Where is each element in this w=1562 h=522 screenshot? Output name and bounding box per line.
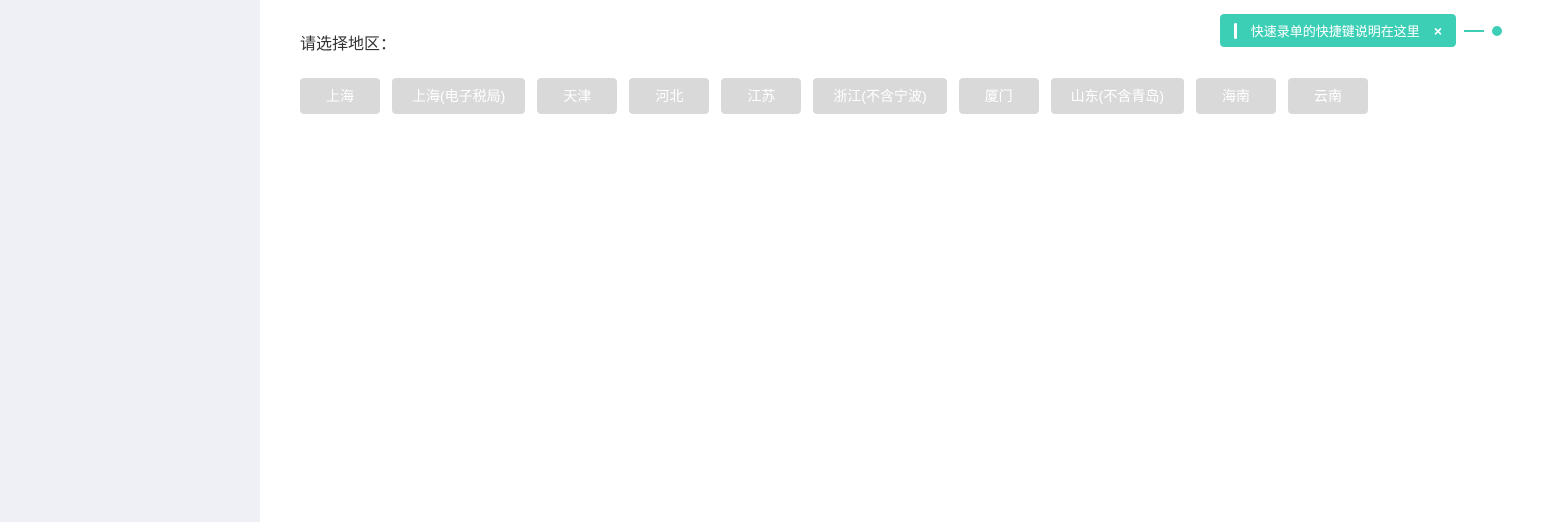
region-button-8[interactable]: 海南 [1196,78,1276,114]
region-button-6[interactable]: 厦门 [959,78,1039,114]
region-button-2[interactable]: 天津 [537,78,617,114]
tooltip-container: 快速录单的快捷键说明在这里 × [1220,14,1502,47]
tooltip-line [1464,30,1484,32]
region-button-5[interactable]: 浙江(不含宁波) [813,78,946,114]
region-button-4[interactable]: 江苏 [721,78,801,114]
sidebar [0,0,260,522]
tooltip-box: 快速录单的快捷键说明在这里 × [1220,14,1456,47]
region-button-3[interactable]: 河北 [629,78,709,114]
region-button-1[interactable]: 上海(电子税局) [392,78,525,114]
tooltip-dot [1492,26,1502,36]
main-content: 请选择地区： 上海上海(电子税局)天津河北江苏浙江(不含宁波)厦门山东(不含青岛… [260,0,1562,522]
region-button-0[interactable]: 上海 [300,78,380,114]
tooltip-close-button[interactable]: × [1434,23,1442,39]
region-button-9[interactable]: 云南 [1288,78,1368,114]
tooltip-text: 快速录单的快捷键说明在这里 [1251,21,1420,40]
bar-indicator-icon [1234,23,1237,39]
region-buttons: 上海上海(电子税局) 天津河北江苏浙江(不含宁波) 厦门山东(不含青岛) 海南云南 [300,78,1522,114]
region-button-7[interactable]: 山东(不含青岛) [1051,78,1184,114]
